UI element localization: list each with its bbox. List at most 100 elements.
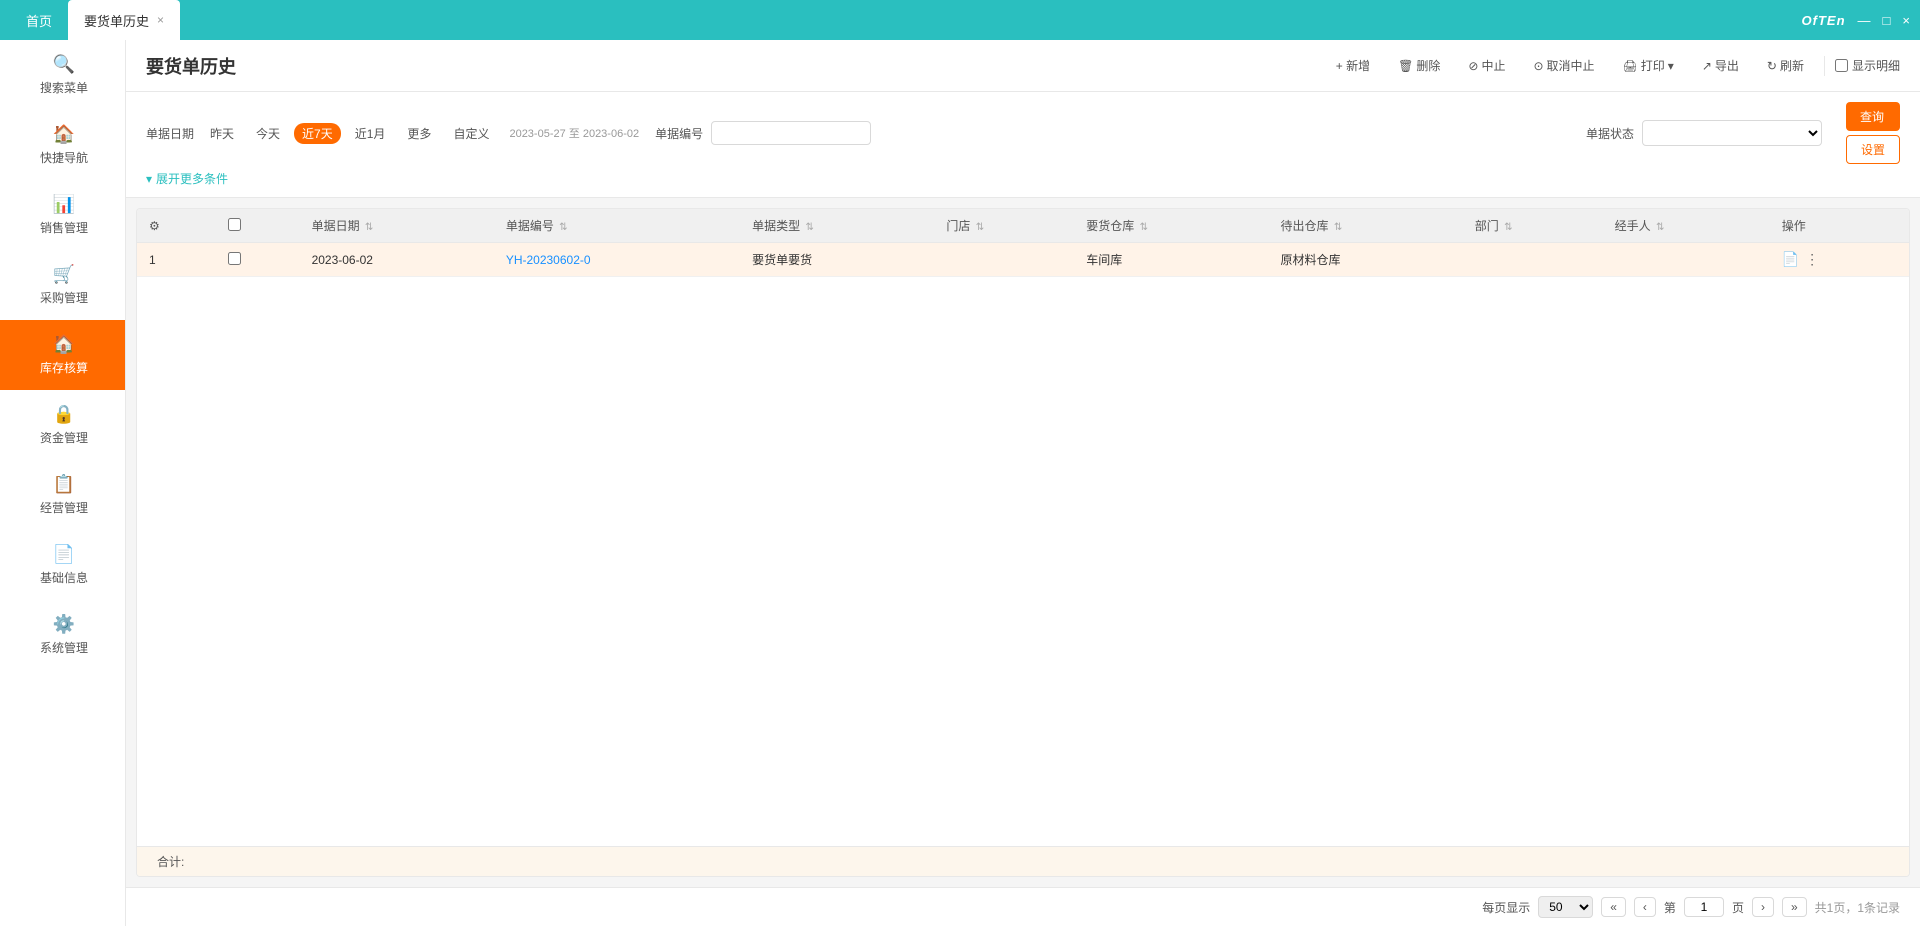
window-controls: OfTEn — □ × (1802, 13, 1910, 28)
date-btn-more[interactable]: 更多 (399, 123, 439, 144)
order-no-link[interactable]: YH-20230602-0 (506, 253, 591, 267)
expand-icon: ▾ (146, 172, 152, 186)
print-button[interactable]: 🖨 打印 ▾ (1613, 52, 1684, 79)
new-button[interactable]: + 新增 (1326, 52, 1380, 79)
top-bar: 首页 要货单历史 × OfTEn — □ × (0, 0, 1920, 40)
cancel-stop-button[interactable]: ⊙ 取消中止 (1523, 52, 1604, 79)
minimize-btn[interactable]: — (1858, 13, 1871, 28)
date-btn-custom[interactable]: 自定义 (445, 123, 497, 144)
sidebar: 🔍 搜索菜单 🏠 快捷导航 📊 销售管理 🛒 采购管理 🏠 库存核算 🔒 资金管… (0, 40, 126, 926)
sidebar-item-inventory[interactable]: 🏠 库存核算 (0, 320, 125, 390)
search-icon: 🔍 (53, 54, 75, 75)
row-actions: 📄 ⋮ (1770, 243, 1909, 277)
show-detail-checkbox-label[interactable]: 显示明细 (1835, 57, 1900, 74)
date-btn-today[interactable]: 今天 (248, 123, 288, 144)
page-title: 要货单历史 (146, 53, 236, 79)
export-icon: ↗ (1702, 59, 1712, 73)
order-no-input[interactable] (711, 121, 871, 145)
page-input[interactable] (1684, 897, 1724, 917)
select-all-checkbox[interactable] (228, 218, 241, 231)
row-num: 1 (137, 243, 216, 277)
date-btn-yesterday[interactable]: 昨天 (202, 123, 242, 144)
maximize-btn[interactable]: □ (1883, 13, 1891, 28)
page-label: 第 (1664, 899, 1676, 916)
prev-page-btn[interactable]: ‹ (1634, 897, 1656, 917)
sidebar-item-finance[interactable]: 🔒 资金管理 (0, 390, 125, 460)
col-handler[interactable]: 经手人 ⇅ (1603, 209, 1770, 243)
date-filter-label: 单据日期 (146, 125, 194, 142)
show-detail-checkbox[interactable] (1835, 59, 1848, 72)
close-btn[interactable]: × (1902, 13, 1910, 28)
query-button[interactable]: 查询 (1846, 102, 1900, 131)
sort-handler-icon: ⇅ (1656, 222, 1664, 233)
table-footer: 合计: (137, 846, 1909, 876)
tab-close-icon[interactable]: × (157, 13, 164, 27)
order-no-filter-item: 单据编号 (655, 121, 871, 145)
footer-total-label: 合计: (157, 855, 184, 869)
sidebar-item-operations[interactable]: 📋 经营管理 (0, 460, 125, 530)
last-page-btn[interactable]: » (1782, 897, 1807, 917)
sidebar-item-sales[interactable]: 📊 销售管理 (0, 180, 125, 250)
table-header-row: ⚙ 单据日期 ⇅ 单据编号 ⇅ (137, 209, 1909, 243)
col-order-type[interactable]: 单据类型 ⇅ (740, 209, 934, 243)
col-order-no[interactable]: 单据编号 ⇅ (494, 209, 740, 243)
settings-button[interactable]: 设置 (1846, 135, 1900, 164)
delete-button[interactable]: 🗑 删除 (1388, 52, 1450, 79)
order-no-label: 单据编号 (655, 125, 703, 142)
tab-home[interactable]: 首页 (10, 0, 68, 40)
col-date[interactable]: 单据日期 ⇅ (300, 209, 494, 243)
col-dept[interactable]: 部门 ⇅ (1463, 209, 1603, 243)
expand-more-btn[interactable]: ▾ 展开更多条件 (146, 170, 1900, 187)
main-layout: 🔍 搜索菜单 🏠 快捷导航 📊 销售管理 🛒 采购管理 🏠 库存核算 🔒 资金管… (0, 40, 1920, 926)
toolbar-divider (1824, 56, 1825, 76)
operations-icon: 📋 (53, 474, 75, 495)
sort-order-type-icon: ⇅ (806, 222, 814, 233)
col-store[interactable]: 门店 ⇅ (934, 209, 1074, 243)
date-btn-7days[interactable]: 近7天 (294, 123, 341, 144)
row-more-icon[interactable]: ⋮ (1805, 251, 1819, 268)
sidebar-item-purchase[interactable]: 🛒 采购管理 (0, 250, 125, 320)
page-size-select[interactable]: 50 100 200 (1538, 896, 1593, 918)
sidebar-item-basic[interactable]: 📄 基础信息 (0, 530, 125, 600)
row-handler (1603, 243, 1770, 277)
sidebar-item-system-label: 系统管理 (40, 639, 88, 656)
table-row: 1 2023-06-02 YH-20230602-0 要货单要货 车间库 原材料… (137, 243, 1909, 277)
print-icon: 🖨 (1623, 59, 1638, 73)
row-checkbox (216, 243, 300, 277)
col-settings[interactable]: ⚙ (137, 209, 216, 243)
finance-icon: 🔒 (53, 404, 75, 425)
stop-button[interactable]: ⊘ 中止 (1458, 52, 1515, 79)
date-range-display: 2023-05-27 至 2023-06-02 (509, 125, 639, 141)
toolbar: + 新增 🗑 删除 ⊘ 中止 ⊙ 取消中止 🖨 打印 ▾ (1326, 52, 1900, 79)
sidebar-item-inventory-label: 库存核算 (40, 359, 88, 376)
page-size-label: 每页显示 (1482, 899, 1530, 916)
row-select-checkbox[interactable] (228, 252, 241, 265)
sidebar-item-nav[interactable]: 🏠 快捷导航 (0, 110, 125, 180)
sidebar-item-finance-label: 资金管理 (40, 429, 88, 446)
sidebar-item-nav-label: 快捷导航 (40, 149, 88, 166)
total-info: 共1页，1条记录 (1815, 899, 1900, 916)
col-dest-warehouse[interactable]: 待出仓库 ⇅ (1269, 209, 1463, 243)
sidebar-item-system[interactable]: ⚙️ 系统管理 (0, 600, 125, 670)
date-btn-1month[interactable]: 近1月 (347, 123, 394, 144)
pagination: 每页显示 50 100 200 « ‹ 第 页 › » 共1页，1条记录 (126, 887, 1920, 926)
sidebar-item-purchase-label: 采购管理 (40, 289, 88, 306)
next-page-btn[interactable]: › (1752, 897, 1774, 917)
col-checkbox (216, 209, 300, 243)
tab-order-history[interactable]: 要货单历史 × (68, 0, 180, 40)
sort-store-icon: ⇅ (976, 222, 984, 233)
system-icon: ⚙️ (53, 614, 75, 635)
first-page-btn[interactable]: « (1601, 897, 1626, 917)
sidebar-item-search[interactable]: 🔍 搜索菜单 (0, 40, 125, 110)
tab-order-history-label: 要货单历史 (84, 11, 149, 30)
status-select[interactable] (1642, 120, 1822, 146)
refresh-button[interactable]: ↻ 刷新 (1757, 52, 1814, 79)
export-button[interactable]: ↗ 导出 (1692, 52, 1749, 79)
date-filters: 昨天 今天 近7天 近1月 更多 自定义 (202, 123, 497, 144)
row-order-no[interactable]: YH-20230602-0 (494, 243, 740, 277)
col-req-warehouse[interactable]: 要货仓库 ⇅ (1074, 209, 1268, 243)
row-edit-icon[interactable]: 📄 (1782, 251, 1799, 268)
filter-row: 单据日期 昨天 今天 近7天 近1月 更多 自定义 2023-05-27 至 2… (146, 102, 1900, 164)
date-filter-item: 单据日期 昨天 今天 近7天 近1月 更多 自定义 2023-05-27 至 2… (146, 123, 639, 144)
row-store (934, 243, 1074, 277)
